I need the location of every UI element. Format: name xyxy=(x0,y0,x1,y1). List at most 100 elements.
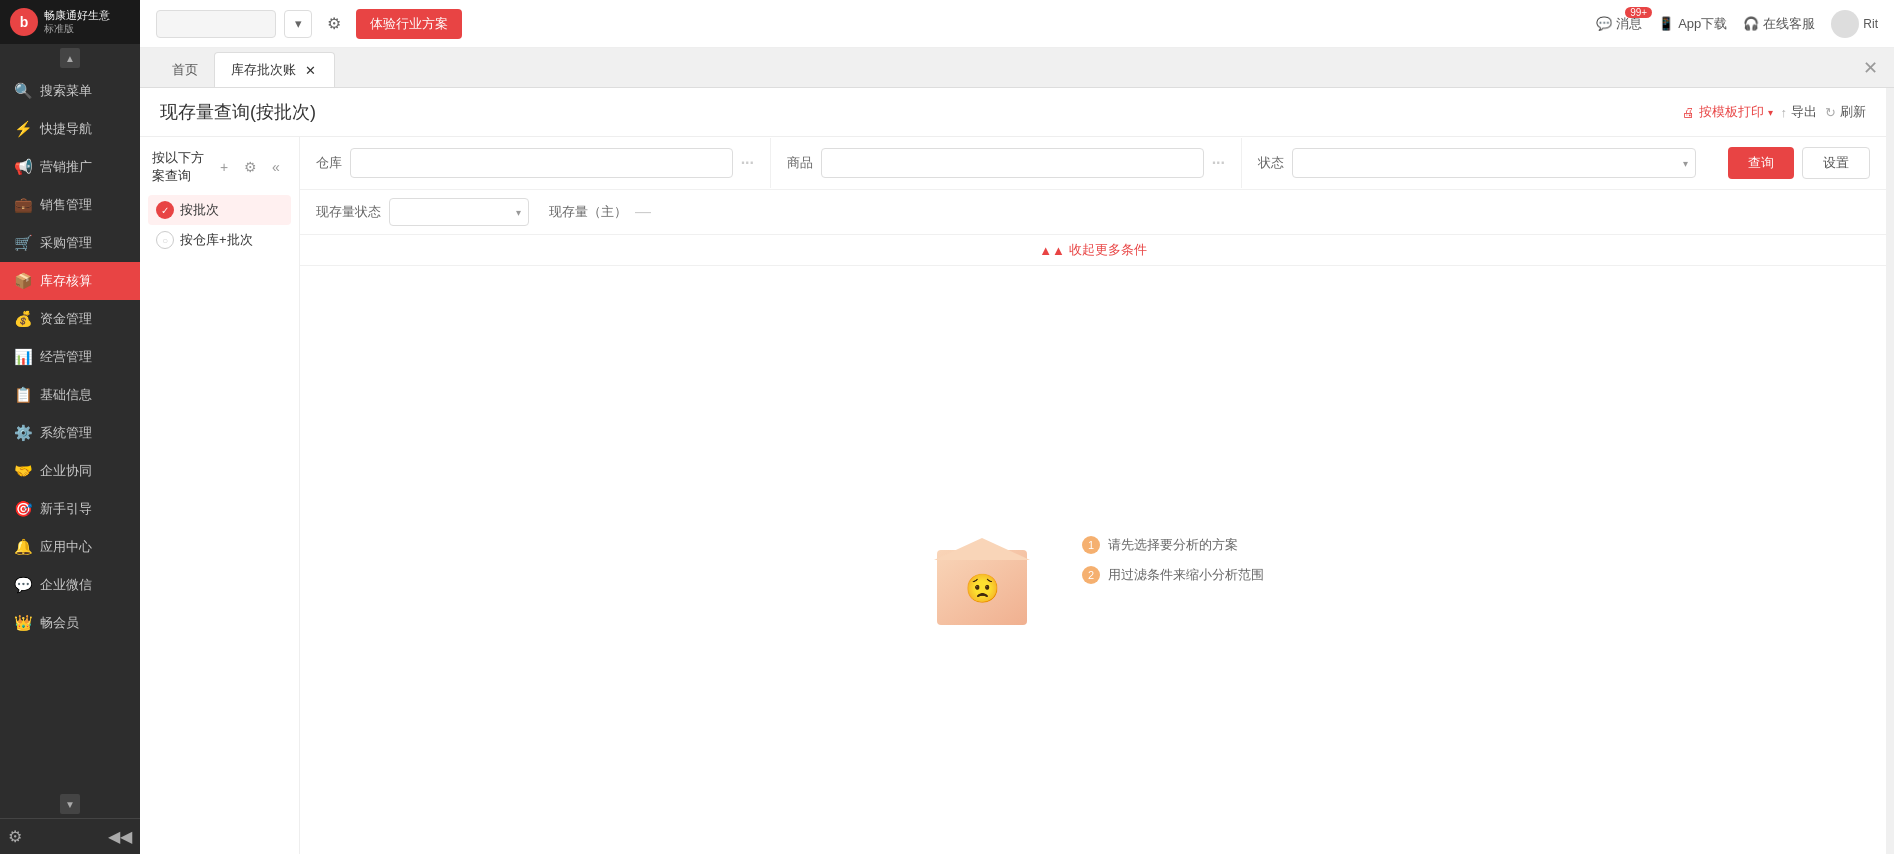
solution-active-icon: ✓ xyxy=(156,201,174,219)
refresh-btn[interactable]: ↻ 刷新 xyxy=(1825,103,1866,121)
app-download-item[interactable]: 📱 App下载 xyxy=(1658,15,1727,33)
sales-icon: 💼 xyxy=(14,196,32,214)
nav-label-operations: 经营管理 xyxy=(40,348,92,366)
sidebar-item-system[interactable]: ⚙️ 系统管理 xyxy=(0,414,140,452)
stock-quantity-label: 现存量（主） xyxy=(549,203,627,221)
print-btn[interactable]: 🖨 按模板打印 ▾ xyxy=(1682,103,1773,121)
nav-label-marketing: 营销推广 xyxy=(40,158,92,176)
tip-2-num: 2 xyxy=(1082,566,1100,584)
nav-menu: 🔍 搜索菜单 ⚡ 快捷导航 📢 营销推广 💼 销售管理 🛒 采购管理 📦 库存核… xyxy=(0,72,140,790)
sidebar-item-appstore[interactable]: 🔔 应用中心 xyxy=(0,528,140,566)
guide-icon: 🎯 xyxy=(14,500,32,518)
warehouse-label: 仓库 xyxy=(316,154,342,172)
add-solution-btn[interactable]: + xyxy=(213,156,235,178)
export-btn[interactable]: ↑ 导出 xyxy=(1781,103,1818,121)
tab-close-btn[interactable]: ✕ xyxy=(302,62,318,78)
sidebar-item-finance[interactable]: 💰 资金管理 xyxy=(0,300,140,338)
export-icon: ↑ xyxy=(1781,105,1788,120)
status-label: 状态 xyxy=(1258,154,1284,172)
solution-panel-title: 按以下方案查询 xyxy=(152,149,213,185)
sidebar-item-wechat[interactable]: 💬 企业微信 xyxy=(0,566,140,604)
app-info: 畅康通好生意 标准版 xyxy=(44,8,110,36)
user-profile[interactable]: Rit xyxy=(1831,10,1878,38)
sidebar-item-operations[interactable]: 📊 经营管理 xyxy=(0,338,140,376)
user-avatar xyxy=(1831,10,1859,38)
sidebar-item-marketing[interactable]: 📢 营销推广 xyxy=(0,148,140,186)
sidebar-item-search[interactable]: 🔍 搜索菜单 xyxy=(0,72,140,110)
warehouse-dots-btn[interactable]: ··· xyxy=(741,154,754,172)
app-download-icon: 📱 xyxy=(1658,16,1674,31)
tip-2-text: 用过滤条件来缩小分析范围 xyxy=(1108,566,1264,584)
topbar-search-input[interactable] xyxy=(156,10,276,38)
sidebar-item-purchase[interactable]: 🛒 采购管理 xyxy=(0,224,140,262)
sidebar-item-inventory[interactable]: 📦 库存核算 xyxy=(0,262,140,300)
nav-label-appstore: 应用中心 xyxy=(40,538,92,556)
nav-label-finance: 资金管理 xyxy=(40,310,92,328)
sidebar-collapse-icon[interactable]: ◀◀ xyxy=(108,827,132,846)
scroll-down-btn[interactable]: ▼ xyxy=(60,794,80,814)
topbar-right: 💬 消息 99+ 📱 App下载 🎧 在线客服 Rit xyxy=(1596,10,1878,38)
sidebar-item-member[interactable]: 👑 畅会员 xyxy=(0,604,140,642)
tip-1-text: 请先选择要分析的方案 xyxy=(1108,536,1238,554)
settings-icon[interactable]: ⚙ xyxy=(8,827,22,846)
solution-panel: 按以下方案查询 + ⚙ « ✓ 按批次 ○ 按仓库+批次 xyxy=(140,137,300,854)
member-icon: 👑 xyxy=(14,614,32,632)
collapse-label: 收起更多条件 xyxy=(1069,241,1147,259)
right-panel: 现存量查询(按批次) 🖨 按模板打印 ▾ ↑ 导出 ↻ 刷新 xyxy=(140,88,1886,854)
app-version: 标准版 xyxy=(44,22,110,36)
scroll-up-btn[interactable]: ▲ xyxy=(60,48,80,68)
sidebar-item-collab[interactable]: 🤝 企业协同 xyxy=(0,452,140,490)
collapse-trigger[interactable]: ▲▲ 收起更多条件 xyxy=(300,235,1886,266)
filter-area: 仓库 ··· 商品 ··· 状态 xyxy=(300,137,1886,266)
filter-row-2: 现存量状态 有库存 无库存 ▾ xyxy=(300,190,1886,235)
query-btn[interactable]: 查询 xyxy=(1728,147,1794,179)
online-service-label: 在线客服 xyxy=(1763,15,1815,33)
purchase-icon: 🛒 xyxy=(14,234,32,252)
trial-btn[interactable]: 体验行业方案 xyxy=(356,9,462,39)
solution-item-batch[interactable]: ✓ 按批次 xyxy=(148,195,291,225)
product-dots-btn[interactable]: ··· xyxy=(1212,154,1225,172)
page-actions: 🖨 按模板打印 ▾ ↑ 导出 ↻ 刷新 xyxy=(1682,103,1867,121)
topbar-gear-btn[interactable]: ⚙ xyxy=(320,10,348,38)
nav-label-wechat: 企业微信 xyxy=(40,576,92,594)
headset-icon: 🎧 xyxy=(1743,16,1759,31)
tab-inventory-batch[interactable]: 库存批次账 ✕ xyxy=(214,52,335,87)
online-service-item[interactable]: 🎧 在线客服 xyxy=(1743,15,1815,33)
tab-home[interactable]: 首页 xyxy=(156,53,214,87)
solution-item-warehouse-batch[interactable]: ○ 按仓库+批次 xyxy=(148,225,291,255)
right-resize-handle[interactable] xyxy=(1886,88,1894,854)
export-label: 导出 xyxy=(1791,103,1817,121)
user-name: Rit xyxy=(1863,17,1878,31)
message-item[interactable]: 💬 消息 99+ xyxy=(1596,15,1642,33)
tip-2: 2 用过滤条件来缩小分析范围 xyxy=(1082,566,1264,584)
main-split: 按以下方案查询 + ⚙ « ✓ 按批次 ○ 按仓库+批次 xyxy=(140,137,1886,854)
close-icon: ✕ xyxy=(305,63,316,78)
manage-solution-btn[interactable]: ⚙ xyxy=(239,156,261,178)
solution-panel-header: 按以下方案查询 + ⚙ « xyxy=(148,149,291,185)
sidebar-header: b 畅康通好生意 标准版 xyxy=(0,0,140,44)
sidebar-item-basic[interactable]: 📋 基础信息 xyxy=(0,376,140,414)
message-badge: 99+ xyxy=(1625,7,1652,18)
scroll-up-area: ▲ xyxy=(0,44,140,72)
box-face-icon: 😟 xyxy=(965,572,1000,605)
app-download-label: App下载 xyxy=(1678,15,1727,33)
product-label: 商品 xyxy=(787,154,813,172)
stock-status-label: 现存量状态 xyxy=(316,203,381,221)
topbar-dropdown-btn[interactable]: ▾ xyxy=(284,10,312,38)
nav-label-purchase: 采购管理 xyxy=(40,234,92,252)
sidebar-item-quicknav[interactable]: ⚡ 快捷导航 xyxy=(0,110,140,148)
stock-status-select[interactable]: 有库存 无库存 xyxy=(389,198,529,226)
empty-state: 😟 1 请先选择要分析的方案 2 用过滤条件来缩小分析范围 xyxy=(922,495,1264,625)
collapse-solution-btn[interactable]: « xyxy=(265,156,287,178)
page-close-btn[interactable]: ✕ xyxy=(1863,57,1878,79)
operations-icon: 📊 xyxy=(14,348,32,366)
status-select[interactable]: 正常 禁用 xyxy=(1292,148,1696,178)
sidebar-item-guide[interactable]: 🎯 新手引导 xyxy=(0,490,140,528)
product-input[interactable] xyxy=(821,148,1204,178)
product-filter: 商品 ··· xyxy=(771,138,1242,188)
nav-label-collab: 企业协同 xyxy=(40,462,92,480)
warehouse-input[interactable] xyxy=(350,148,733,178)
settings-btn[interactable]: 设置 xyxy=(1802,147,1870,179)
sidebar-item-sales[interactable]: 💼 销售管理 xyxy=(0,186,140,224)
topbar-left: ▾ ⚙ 体验行业方案 xyxy=(156,9,1584,39)
